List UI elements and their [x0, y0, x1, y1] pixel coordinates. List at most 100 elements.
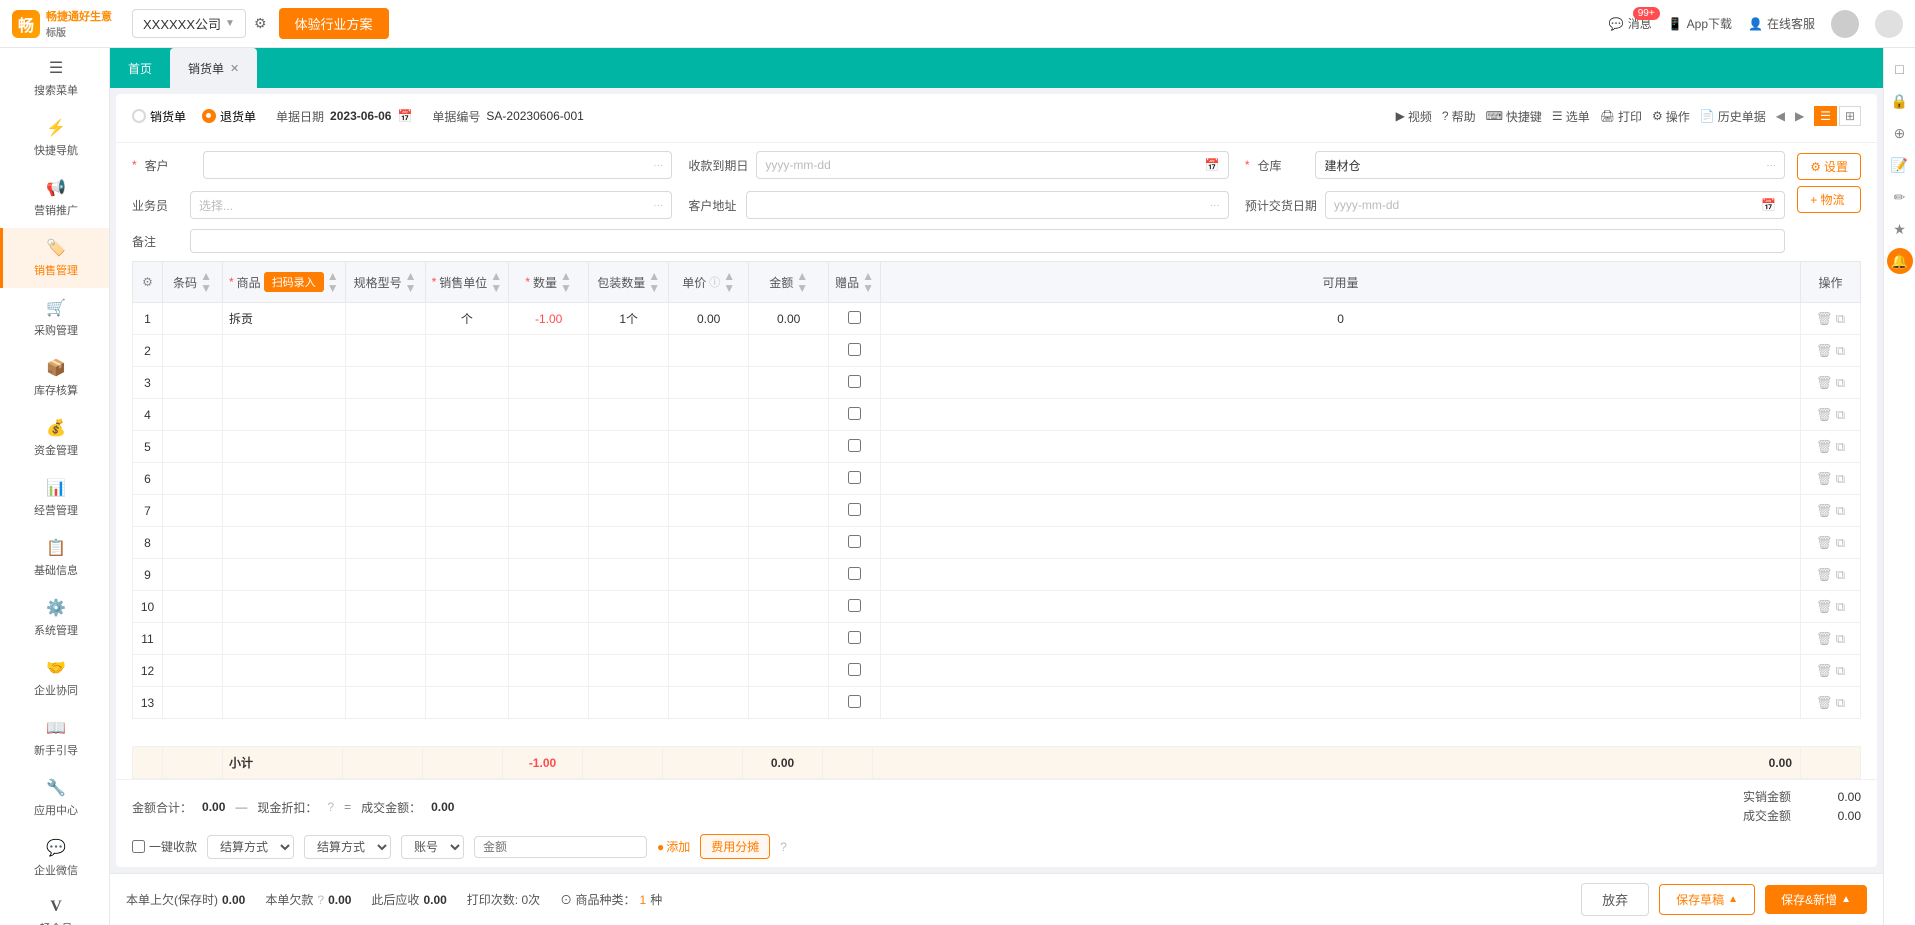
barcode-sort-icon[interactable]: ▲▼ — [200, 270, 212, 294]
delete-row-icon[interactable]: 🗑 — [1816, 471, 1833, 486]
gift-checkbox[interactable] — [848, 535, 861, 548]
cell-barcode[interactable] — [163, 623, 223, 655]
customer-address-input[interactable]: ··· — [746, 191, 1228, 219]
cell-spec[interactable] — [345, 591, 425, 623]
radio-return[interactable]: 退货单 — [202, 108, 256, 125]
cell-pack-qty[interactable] — [589, 591, 669, 623]
scan-button[interactable]: 扫码录入 — [264, 272, 324, 292]
cell-unit[interactable] — [425, 367, 509, 399]
cell-barcode[interactable] — [163, 367, 223, 399]
cell-pack-qty[interactable] — [589, 655, 669, 687]
select-btn[interactable]: ☰ 选单 — [1552, 108, 1590, 125]
online-service-button[interactable]: 👤 在线客服 — [1748, 15, 1815, 32]
cell-spec[interactable] — [345, 495, 425, 527]
cell-spec[interactable] — [345, 527, 425, 559]
sidebar-item-quick-nav[interactable]: ⚡ 快捷导航 — [0, 108, 109, 168]
cell-amount[interactable] — [749, 431, 829, 463]
cell-qty[interactable] — [509, 399, 589, 431]
cell-product[interactable] — [223, 463, 346, 495]
customer-input[interactable]: ··· — [203, 151, 673, 179]
cell-amount[interactable] — [749, 655, 829, 687]
cell-barcode[interactable] — [163, 559, 223, 591]
gift-checkbox[interactable] — [848, 503, 861, 516]
cell-pack-qty[interactable] — [589, 431, 669, 463]
cell-pack-qty[interactable] — [589, 559, 669, 591]
gift-checkbox[interactable] — [848, 631, 861, 644]
cell-amount[interactable] — [749, 591, 829, 623]
cell-price[interactable] — [669, 559, 749, 591]
cell-spec[interactable] — [345, 399, 425, 431]
cell-price[interactable] — [669, 335, 749, 367]
spec-sort-icon[interactable]: ▲▼ — [405, 270, 417, 294]
sidebar-item-wechat[interactable]: 💬 企业微信 — [0, 828, 109, 888]
copy-row-icon[interactable]: ⧉ — [1836, 599, 1845, 614]
cell-barcode[interactable] — [163, 303, 223, 335]
sidebar-item-system[interactable]: ⚙️ 系统管理 — [0, 588, 109, 648]
sidebar-item-operation[interactable]: 📊 经营管理 — [0, 468, 109, 528]
discount-info-icon[interactable]: ? — [327, 800, 334, 814]
cell-spec[interactable] — [345, 687, 425, 719]
cell-amount[interactable] — [749, 463, 829, 495]
radio-sales[interactable]: 销货单 — [132, 108, 186, 125]
cell-amount[interactable] — [749, 495, 829, 527]
cell-pack-qty[interactable] — [589, 463, 669, 495]
cell-pack-qty[interactable] — [589, 687, 669, 719]
cell-qty[interactable] — [509, 591, 589, 623]
gear-col-icon[interactable]: ⚙ — [142, 275, 153, 289]
cell-qty[interactable] — [509, 687, 589, 719]
delete-row-icon[interactable]: 🗑 — [1816, 503, 1833, 518]
grid-view-btn[interactable]: ⊞ — [1839, 106, 1861, 126]
cell-spec[interactable] — [345, 559, 425, 591]
cell-pack-qty[interactable] — [589, 335, 669, 367]
cell-pack-qty[interactable] — [589, 527, 669, 559]
copy-row-icon[interactable]: ⧉ — [1836, 439, 1845, 454]
copy-row-icon[interactable]: ⧉ — [1836, 343, 1845, 358]
app-download-button[interactable]: 📱 App下载 — [1668, 15, 1732, 32]
cell-qty[interactable] — [509, 431, 589, 463]
cell-price[interactable] — [669, 399, 749, 431]
cell-gift[interactable] — [829, 655, 881, 687]
cell-amount[interactable] — [749, 687, 829, 719]
logistics-button[interactable]: + 物流 — [1797, 186, 1861, 213]
settings-button[interactable]: ⚙ 设置 — [1797, 153, 1861, 180]
remarks-input[interactable] — [190, 229, 1785, 253]
gift-checkbox[interactable] — [848, 599, 861, 612]
total-debt-info-icon[interactable]: ? — [317, 893, 324, 907]
delete-row-icon[interactable]: 🗑 — [1816, 663, 1833, 678]
sidebar-item-enterprise[interactable]: 🤝 企业协同 — [0, 648, 109, 708]
gift-sort-icon[interactable]: ▲▼ — [862, 270, 874, 294]
cell-gift[interactable] — [829, 687, 881, 719]
nav-next-icon[interactable]: ▶ — [1795, 109, 1804, 123]
cell-spec[interactable] — [345, 431, 425, 463]
cell-qty[interactable] — [509, 367, 589, 399]
cell-gift[interactable] — [829, 431, 881, 463]
operation-btn[interactable]: ⚙ 操作 — [1652, 108, 1690, 125]
right-panel-add-icon[interactable]: ⊕ — [1887, 120, 1913, 146]
cell-gift[interactable] — [829, 495, 881, 527]
expected-delivery-input[interactable]: yyyy-mm-dd 📅 — [1325, 191, 1785, 219]
cell-amount[interactable] — [749, 335, 829, 367]
discard-button[interactable]: 放弃 — [1581, 883, 1649, 916]
gift-checkbox[interactable] — [848, 663, 861, 676]
tab-sales-order[interactable]: 销货单 ✕ — [170, 48, 257, 88]
account-select[interactable]: 账号 — [401, 835, 464, 859]
copy-row-icon[interactable]: ⧉ — [1836, 567, 1845, 582]
cell-unit[interactable] — [425, 399, 509, 431]
cell-spec[interactable] — [345, 303, 425, 335]
cell-spec[interactable] — [345, 463, 425, 495]
company-selector[interactable]: XXXXXX公司 ▼ — [132, 9, 246, 38]
delete-row-icon[interactable]: 🗑 — [1816, 407, 1833, 422]
nav-prev-icon[interactable]: ◀ — [1776, 109, 1785, 123]
delete-row-icon[interactable]: 🗑 — [1816, 599, 1833, 614]
add-payment-button[interactable]: ● 添加 — [657, 838, 690, 855]
sidebar-item-marketing[interactable]: 📢 营销推广 — [0, 168, 109, 228]
cell-unit[interactable] — [425, 527, 509, 559]
save-draft-button[interactable]: 保存草稿 ▲ — [1659, 884, 1755, 915]
right-panel-note-icon[interactable]: 📝 — [1887, 152, 1913, 178]
message-button[interactable]: 💬 消息 99+ — [1609, 15, 1652, 32]
copy-row-icon[interactable]: ⧉ — [1836, 471, 1845, 486]
print-btn[interactable]: 🖨 打印 — [1600, 108, 1642, 125]
cell-amount[interactable] — [749, 367, 829, 399]
cell-amount[interactable] — [749, 527, 829, 559]
cell-barcode[interactable] — [163, 463, 223, 495]
